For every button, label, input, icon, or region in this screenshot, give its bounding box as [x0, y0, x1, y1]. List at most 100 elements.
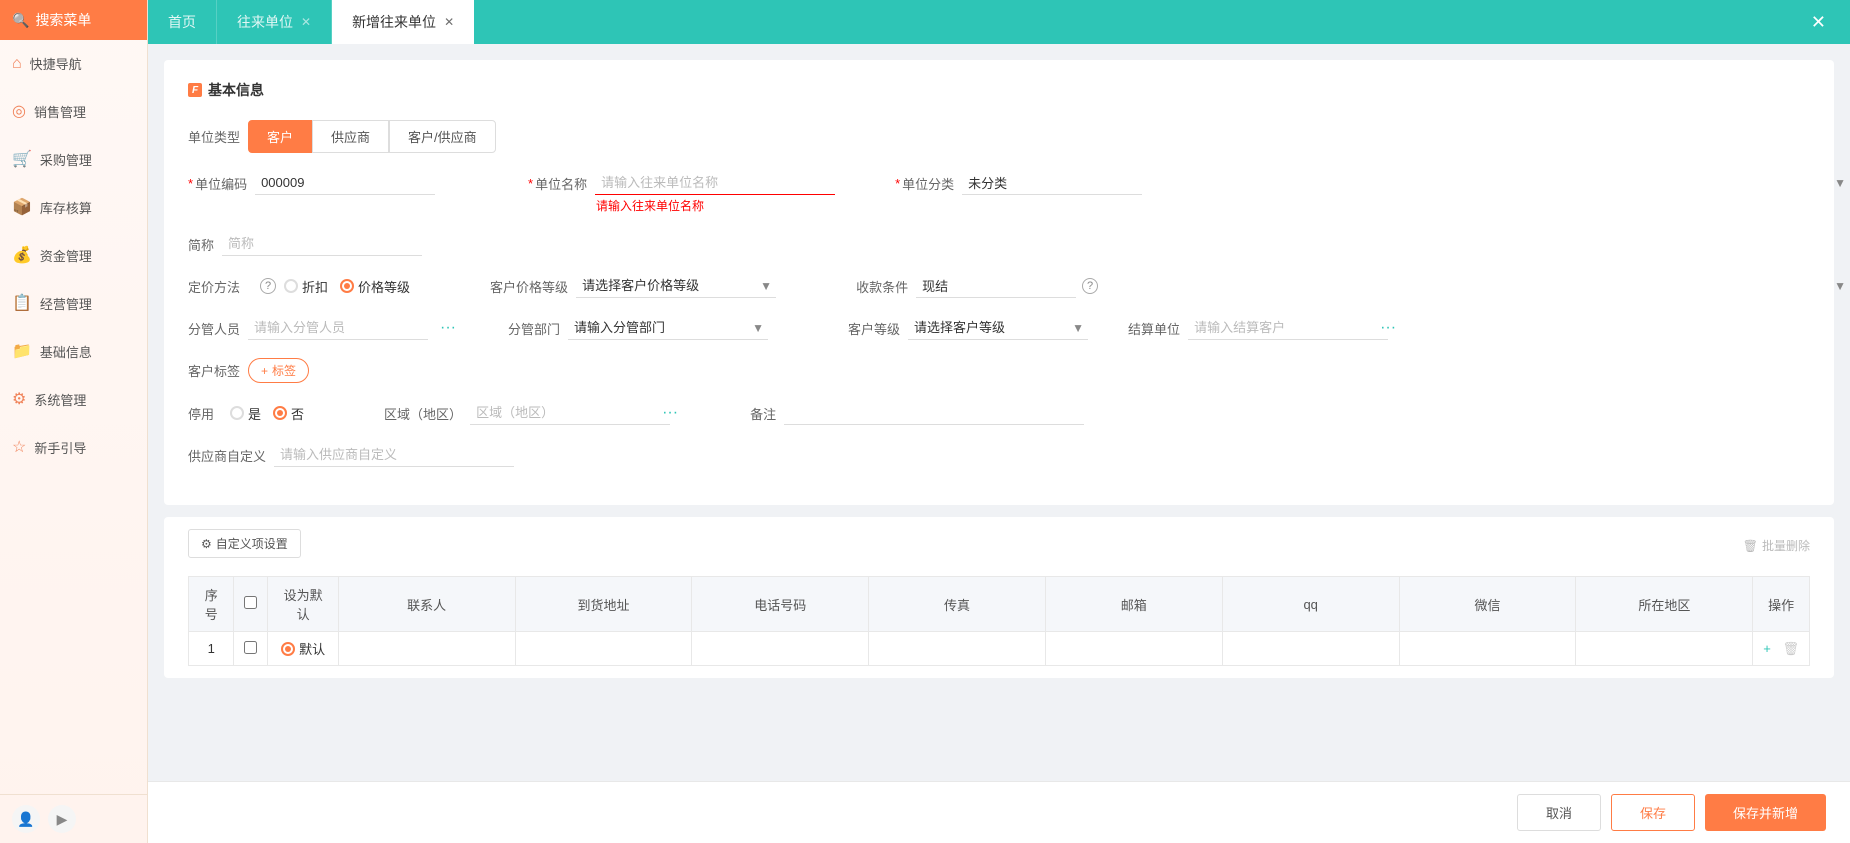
remark-field: 备注 — [750, 401, 1810, 425]
fax-input[interactable] — [879, 641, 1035, 656]
manager-row: 分管人员 ··· 分管部门 请输入分管部门 ▼ — [188, 316, 1810, 340]
sidebar-item-label: 资金管理 — [40, 246, 92, 265]
td-default: 默认 — [268, 632, 338, 666]
disabled-no-label: 否 — [291, 404, 304, 423]
add-tag-icon: + — [261, 364, 268, 378]
email-input[interactable] — [1056, 641, 1212, 656]
customer-level-select-input[interactable]: 请选择客户等级 — [908, 316, 1088, 339]
manager-input[interactable] — [248, 316, 436, 339]
customer-level-select: 请选择客户等级 ▼ — [908, 316, 1088, 340]
sidebar-item-operation[interactable]: 📋 经营管理 — [0, 279, 147, 327]
th-select-all[interactable] — [244, 596, 257, 609]
search-menu[interactable]: 🔍 搜索菜单 — [0, 0, 147, 40]
sidebar-item-label: 库存核算 — [40, 198, 92, 217]
row-default-radio[interactable]: 默认 — [278, 639, 327, 658]
customer-price-select-input[interactable]: 请选择客户价格等级 — [576, 274, 776, 297]
guide-icon: ☆ — [12, 437, 26, 457]
supplier-custom-input[interactable] — [274, 443, 514, 467]
sidebar-bottom: 👤 ▶ — [0, 794, 147, 843]
search-icon: 🔍 — [12, 12, 29, 29]
tab-partners[interactable]: 往来单位 ✕ — [217, 0, 332, 44]
pricing-radio-level[interactable]: 价格等级 — [340, 277, 410, 296]
add-tag-button[interactable]: + 标签 — [248, 358, 309, 383]
cancel-button[interactable]: 取消 — [1517, 794, 1601, 831]
operation-icon: 📋 — [12, 293, 32, 313]
row-default-label: 默认 — [299, 639, 325, 658]
settlement-more[interactable]: ··· — [1376, 319, 1400, 337]
short-name-input[interactable] — [222, 232, 422, 256]
unit-type-both[interactable]: 客户/供应商 — [389, 120, 496, 153]
customer-price-field: 客户价格等级 请选择客户价格等级 ▼ — [490, 274, 776, 298]
sidebar-user-btn[interactable]: 👤 — [12, 805, 40, 833]
supplier-custom-field: 供应商自定义 — [188, 443, 514, 467]
table-section: ⚙ 自定义项设置 🗑 批量删除 序号 设为默认 联系人 到货地址 电话 — [164, 517, 1834, 678]
payment-help-icon[interactable]: ? — [1082, 278, 1098, 294]
location-input[interactable] — [1586, 641, 1742, 656]
wechat-input[interactable] — [1410, 641, 1566, 656]
section-title-text: 基本信息 — [208, 80, 264, 100]
custom-settings-button[interactable]: ⚙ 自定义项设置 — [188, 529, 301, 558]
region-more[interactable]: ··· — [658, 404, 682, 422]
th-checkbox — [234, 577, 268, 632]
tab-partners-close[interactable]: ✕ — [301, 15, 311, 29]
unit-category-input[interactable] — [962, 171, 1150, 194]
search-menu-label: 搜索菜单 — [35, 10, 91, 30]
save-new-button[interactable]: 保存并新增 — [1705, 794, 1826, 831]
tabs-bar: 首页 往来单位 ✕ 新增往来单位 ✕ ✕ — [148, 0, 1850, 44]
td-checkbox — [234, 632, 268, 666]
sidebar-item-basic-info[interactable]: 📁 基础信息 — [0, 327, 147, 375]
remark-label: 备注 — [750, 404, 784, 423]
th-fax: 传真 — [869, 577, 1046, 632]
pricing-radio-discount[interactable]: 折扣 — [284, 277, 328, 296]
row-checkbox[interactable] — [244, 641, 257, 654]
department-select-input[interactable]: 请输入分管部门 — [568, 316, 768, 339]
purchase-icon: 🛒 — [12, 149, 32, 169]
address-input[interactable] — [526, 641, 682, 656]
sales-icon: ◎ — [12, 101, 26, 121]
region-input[interactable] — [470, 401, 658, 424]
sidebar-item-inventory[interactable]: 📦 库存核算 — [0, 183, 147, 231]
unit-category-required: * — [895, 176, 900, 191]
unit-type-supplier[interactable]: 供应商 — [312, 120, 389, 153]
disabled-yes[interactable]: 是 — [230, 404, 261, 423]
payment-terms-input[interactable] — [916, 274, 1104, 297]
sidebar-item-sales[interactable]: ◎ 销售管理 — [0, 87, 147, 135]
sidebar-item-finance[interactable]: 💰 资金管理 — [0, 231, 147, 279]
delete-row-btn[interactable]: 🗑 — [1782, 641, 1799, 656]
unit-code-input[interactable] — [255, 171, 435, 195]
td-contact — [338, 632, 515, 666]
batch-delete: 🗑 批量删除 — [1743, 537, 1810, 554]
manager-more[interactable]: ··· — [436, 319, 460, 337]
disabled-label: 停用 — [188, 404, 222, 423]
save-button[interactable]: 保存 — [1611, 794, 1695, 831]
unit-category-field: * 单位分类 ▼ — [895, 171, 1142, 195]
sidebar-item-purchase[interactable]: 🛒 采购管理 — [0, 135, 147, 183]
sidebar-expand-btn[interactable]: ▶ — [48, 805, 76, 833]
pricing-help-icon[interactable]: ? — [260, 278, 276, 294]
disabled-no[interactable]: 否 — [273, 404, 304, 423]
unit-type-customer[interactable]: 客户 — [248, 120, 312, 153]
contact-input[interactable] — [349, 641, 505, 656]
tab-home-label: 首页 — [168, 12, 196, 32]
td-location — [1576, 632, 1753, 666]
settlement-field: 结算单位 ··· — [1128, 316, 1388, 340]
region-field: 区域（地区） ··· — [384, 401, 670, 425]
pricing-discount-label: 折扣 — [302, 277, 328, 296]
remark-input[interactable] — [784, 401, 1084, 425]
settlement-input[interactable] — [1188, 316, 1376, 339]
settings-icon: ⚙ — [201, 537, 212, 551]
sidebar-item-quick-nav[interactable]: ⌂ 快捷导航 — [0, 40, 147, 87]
sidebar-item-guide[interactable]: ☆ 新手引导 — [0, 423, 147, 471]
basic-info-section: F 基本信息 单位类型 客户 供应商 客户/供应商 * — [164, 60, 1834, 505]
tab-new-partner[interactable]: 新增往来单位 ✕ — [332, 0, 474, 44]
phone-input[interactable] — [702, 641, 858, 656]
add-row-btn[interactable]: + — [1763, 641, 1771, 656]
qq-input[interactable] — [1233, 641, 1389, 656]
pricing-row: 定价方法 ? 折扣 价格等级 — [188, 274, 1810, 298]
unit-name-input[interactable] — [595, 171, 835, 195]
sidebar-item-system[interactable]: ⚙ 系统管理 — [0, 375, 147, 423]
tab-home[interactable]: 首页 — [148, 0, 217, 44]
disabled-radio-group: 是 否 — [230, 404, 304, 423]
tabs-close-all[interactable]: ✕ — [1803, 8, 1834, 37]
tab-new-partner-close[interactable]: ✕ — [444, 15, 454, 29]
